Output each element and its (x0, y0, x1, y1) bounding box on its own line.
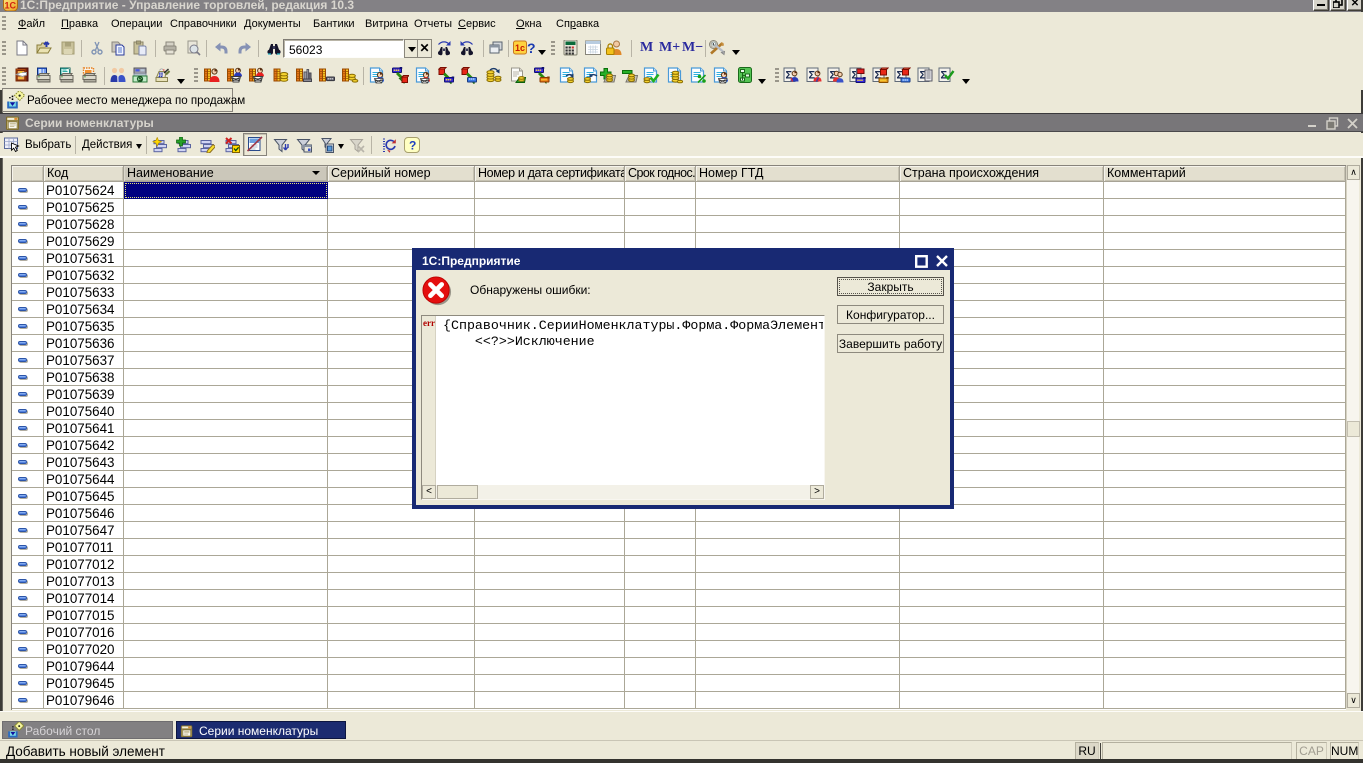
svg-text:1с: 1с (515, 43, 525, 53)
svg-text:1С: 1С (5, 1, 17, 11)
svg-text:?: ? (409, 139, 416, 153)
svg-text:?: ? (527, 40, 536, 56)
svg-text:$: $ (139, 76, 143, 83)
